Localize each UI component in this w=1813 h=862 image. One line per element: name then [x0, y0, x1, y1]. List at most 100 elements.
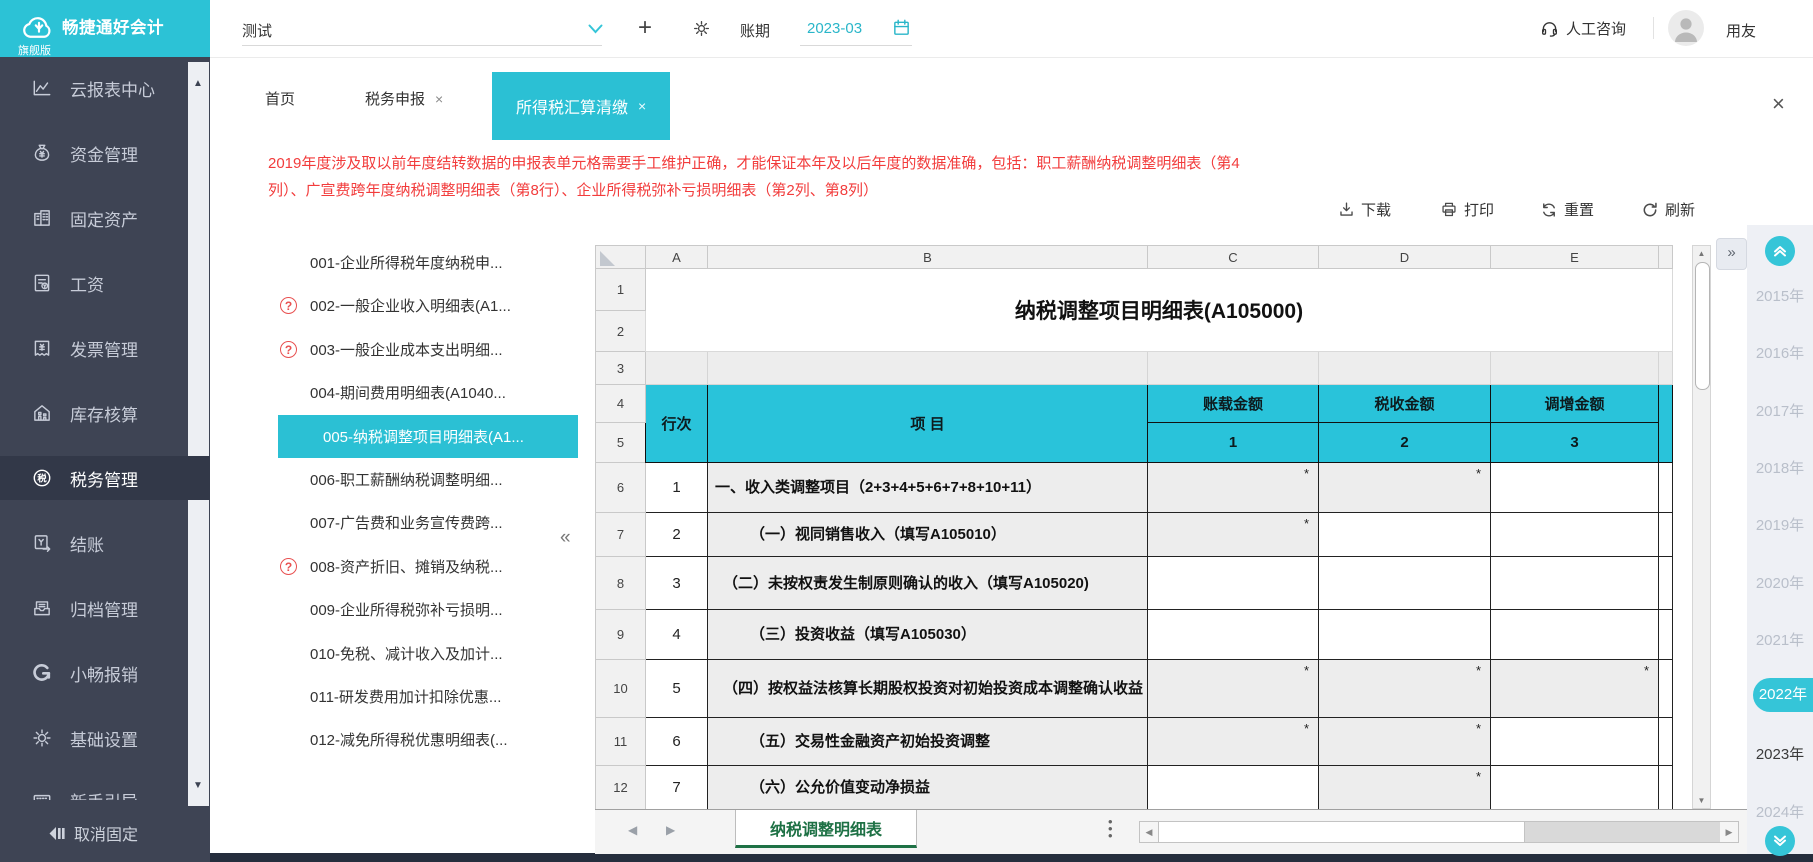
year-item-2017年[interactable]: 2017年 — [1747, 400, 1813, 421]
report-list-item-11[interactable]: 011-研发费用加计扣除优惠... — [268, 675, 578, 718]
cell-C10[interactable]: * — [1147, 659, 1319, 718]
report-list-item-6[interactable]: 006-职工薪酬纳税调整明细... — [268, 458, 578, 501]
line-number-cell[interactable]: 6 — [645, 717, 708, 766]
cell-E8[interactable] — [1490, 556, 1659, 610]
item-label-cell[interactable]: 一、收入类调整项目（2+3+4+5+6+7+8+10+11） — [707, 462, 1148, 513]
collapse-panel-icon[interactable]: « — [560, 527, 571, 549]
scroll-right-icon[interactable]: ▶ — [1720, 822, 1738, 842]
period-value[interactable]: 2023-03 — [807, 20, 862, 37]
scroll-left-icon[interactable]: ◀ — [1140, 822, 1158, 842]
line-number-cell[interactable]: 1 — [645, 462, 708, 513]
cell-C6[interactable]: * — [1147, 462, 1319, 513]
add-account-button[interactable]: + — [638, 14, 652, 42]
cell-F8[interactable] — [1658, 556, 1673, 610]
vertical-scrollbar[interactable]: ▲ ▼ — [1692, 245, 1711, 809]
cell-F11[interactable] — [1658, 717, 1673, 766]
sidebar-scroll-down-icon[interactable]: ▼ — [191, 780, 205, 791]
avatar[interactable] — [1668, 10, 1704, 46]
line-number-cell[interactable]: 2 — [645, 512, 708, 557]
year-item-2018年[interactable]: 2018年 — [1747, 457, 1813, 478]
report-list-item-12[interactable]: 012-减免所得税优惠明细表(... — [268, 718, 578, 761]
col-header-F[interactable] — [1658, 245, 1673, 269]
year-item-2016年[interactable]: 2016年 — [1747, 342, 1813, 363]
report-list-item-10[interactable]: 010-免税、减计收入及加计... — [268, 632, 578, 675]
cell-D6[interactable]: * — [1318, 462, 1491, 513]
cell-C9[interactable] — [1147, 609, 1319, 660]
row-number[interactable]: 2 — [595, 310, 646, 352]
close-tab-icon[interactable]: × — [435, 91, 443, 107]
sidebar-item-9[interactable]: 归档管理 — [0, 586, 188, 630]
line-number-cell[interactable]: 4 — [645, 609, 708, 660]
years-scroll-up-button[interactable] — [1765, 236, 1795, 266]
close-panel-icon[interactable]: × — [1772, 91, 1785, 117]
cell-C11[interactable]: * — [1147, 717, 1319, 766]
support-button[interactable]: 人工咨询 — [1540, 18, 1626, 39]
tab-home[interactable]: 首页 — [265, 57, 295, 140]
row-number[interactable]: 1 — [595, 268, 646, 311]
refresh-button[interactable]: 刷新 — [1641, 199, 1695, 220]
prev-sheet-icon[interactable]: ◀ — [628, 823, 637, 837]
row-number[interactable]: 11 — [595, 717, 646, 766]
select-all-cell[interactable] — [595, 245, 646, 269]
sidebar-item-4[interactable]: 工资 — [0, 261, 188, 305]
cell-F12[interactable] — [1658, 765, 1673, 810]
line-number-cell[interactable]: 5 — [645, 659, 708, 718]
expand-panel-icon[interactable]: » — [1716, 238, 1747, 270]
report-list-item-5[interactable]: 005-纳税调整项目明细表(A1... — [278, 414, 578, 458]
cell-D11[interactable]: * — [1318, 717, 1491, 766]
sidebar-item-7[interactable]: 税 税务管理 — [0, 456, 210, 500]
item-label-cell[interactable]: （二）未按权责发生制原则确认的收入（填写A105020) — [707, 556, 1148, 610]
user-name[interactable]: 用友 — [1726, 20, 1756, 41]
sidebar-item-2[interactable]: 资金管理 — [0, 131, 188, 175]
report-list-item-7[interactable]: 007-广告费和业务宣传费跨... — [268, 501, 578, 544]
year-item-2019年[interactable]: 2019年 — [1747, 514, 1813, 535]
cell-F9[interactable] — [1658, 609, 1673, 660]
line-number-cell[interactable]: 3 — [645, 556, 708, 610]
row-number[interactable]: 6 — [595, 462, 646, 513]
item-label-cell[interactable]: （一）视同销售收入（填写A105010） — [707, 512, 1148, 557]
vertical-scroll-thumb[interactable] — [1695, 262, 1710, 390]
scroll-up-icon[interactable]: ▲ — [1693, 246, 1710, 261]
cell-E7[interactable] — [1490, 512, 1659, 557]
tab-income-tax-settlement[interactable]: 所得税汇算清缴 × — [492, 72, 671, 140]
next-sheet-icon[interactable]: ▶ — [666, 823, 675, 837]
col-header-B[interactable]: B — [707, 245, 1148, 269]
year-item-2022年[interactable]: 2022年 — [1753, 678, 1813, 713]
cell-F10[interactable] — [1658, 659, 1673, 718]
report-list-item-2[interactable]: ? 002-一般企业收入明细表(A1... — [268, 284, 578, 327]
sidebar-item-11[interactable]: 基础设置 — [0, 716, 188, 760]
report-list-item-9[interactable]: 009-企业所得税弥补亏损明... — [268, 588, 578, 631]
year-item-2020年[interactable]: 2020年 — [1747, 572, 1813, 593]
year-item-2021年[interactable]: 2021年 — [1747, 629, 1813, 650]
row-number[interactable]: 12 — [595, 765, 646, 810]
cell-C12[interactable] — [1147, 765, 1319, 810]
col-header-A[interactable]: A — [645, 245, 708, 269]
cell-D9[interactable] — [1318, 609, 1491, 660]
cell-F7[interactable] — [1658, 512, 1673, 557]
cell-E11[interactable] — [1490, 717, 1659, 766]
sheet-tab[interactable]: 纳税调整明细表 — [735, 810, 917, 848]
reset-button[interactable]: 重置 — [1540, 199, 1594, 220]
settings-gear-icon[interactable] — [692, 19, 711, 38]
horizontal-scroll-track[interactable] — [1525, 822, 1720, 842]
cell-D12[interactable]: * — [1318, 765, 1491, 810]
cell-D8[interactable] — [1318, 556, 1491, 610]
row-number[interactable]: 8 — [595, 556, 646, 610]
print-button[interactable]: 打印 — [1440, 199, 1494, 220]
close-tab-icon[interactable]: × — [638, 98, 646, 114]
unpin-sidebar-button[interactable]: 取消固定 — [0, 812, 210, 854]
cell-E10[interactable]: * — [1490, 659, 1659, 718]
col-header-E[interactable]: E — [1490, 245, 1659, 269]
account-name[interactable]: 测试 — [242, 20, 272, 41]
row-number[interactable]: 10 — [595, 659, 646, 718]
row-number[interactable]: 7 — [595, 512, 646, 557]
calendar-icon[interactable] — [892, 18, 911, 37]
sidebar-item-3[interactable]: 固定资产 — [0, 196, 188, 240]
sidebar-item-1[interactable]: 云报表中心 — [0, 66, 188, 110]
cell-E9[interactable] — [1490, 609, 1659, 660]
cell-E12[interactable] — [1490, 765, 1659, 810]
year-item-2024年[interactable]: 2024年 — [1747, 801, 1813, 822]
horizontal-scrollbar[interactable]: ◀ ▶ — [1139, 821, 1739, 843]
help-question-icon[interactable]: ? — [280, 297, 297, 315]
report-list-item-4[interactable]: 004-期间费用明细表(A1040... — [268, 371, 578, 414]
